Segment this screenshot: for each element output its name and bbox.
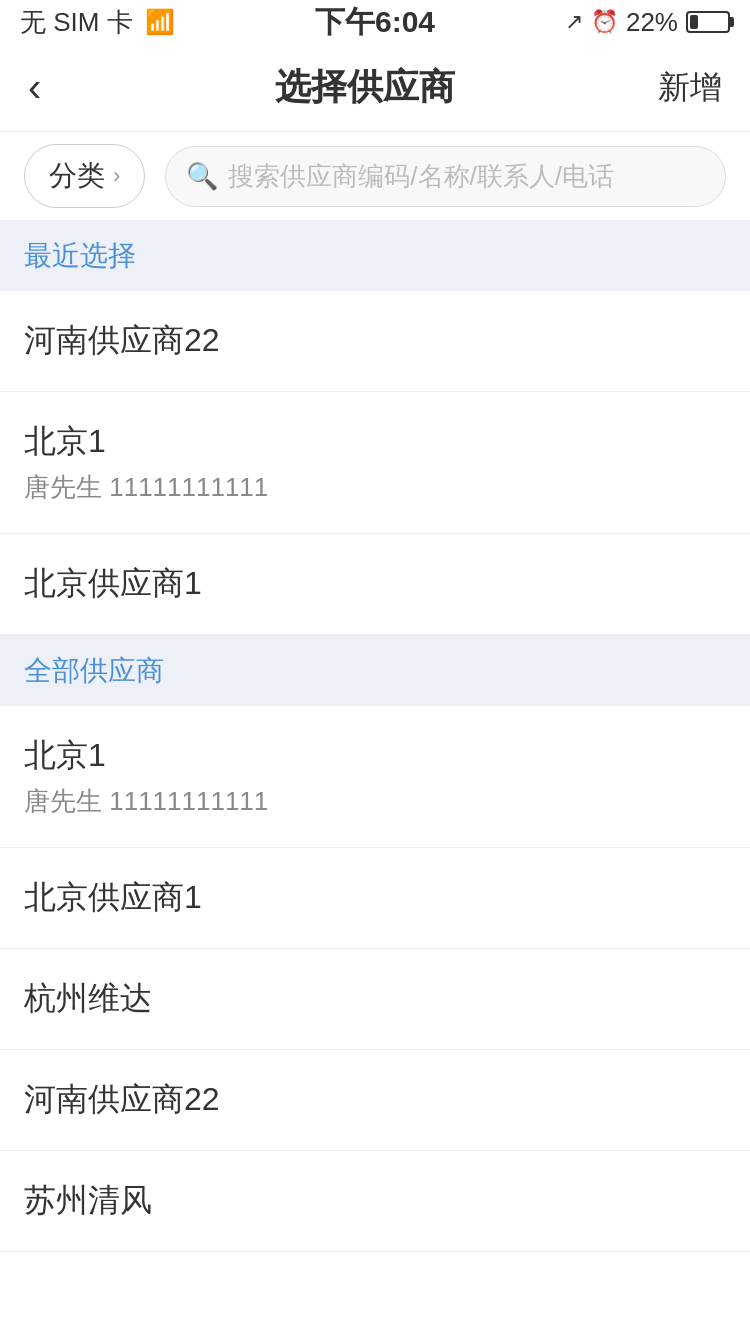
- list-item[interactable]: 河南供应商22: [0, 291, 750, 392]
- list-item[interactable]: 苏州清风: [0, 1151, 750, 1252]
- filter-bar: 分类 › 🔍 搜索供应商编码/名称/联系人/电话: [0, 132, 750, 220]
- section-header-text: 全部供应商: [24, 655, 164, 686]
- wifi-icon: 📶: [145, 8, 175, 36]
- status-left: 无 SIM 卡 📶: [20, 5, 175, 40]
- category-label: 分类: [49, 157, 105, 195]
- battery-label: 22%: [626, 7, 678, 38]
- supplier-name: 北京1: [24, 420, 726, 464]
- list-item[interactable]: 河南供应商22: [0, 1050, 750, 1151]
- battery-icon: [686, 11, 730, 33]
- section-header-all: 全部供应商: [0, 635, 750, 706]
- back-button[interactable]: ‹: [28, 65, 88, 110]
- supplier-name: 北京供应商1: [24, 876, 726, 920]
- search-box[interactable]: 🔍 搜索供应商编码/名称/联系人/电话: [165, 146, 726, 207]
- supplier-name: 苏州清风: [24, 1179, 726, 1223]
- list-item[interactable]: 北京供应商1: [0, 534, 750, 635]
- supplier-name: 杭州维达: [24, 977, 726, 1021]
- supplier-name: 河南供应商22: [24, 1078, 726, 1122]
- location-icon: ↗: [565, 9, 583, 35]
- list-item[interactable]: 北京1 唐先生 11111111111: [0, 706, 750, 848]
- category-button[interactable]: 分类 ›: [24, 144, 145, 208]
- section-header-text: 最近选择: [24, 240, 136, 271]
- supplier-name: 北京1: [24, 734, 726, 778]
- suppliers-list: 最近选择河南供应商22 北京1 唐先生 11111111111 北京供应商1 全部供应商…: [0, 220, 750, 1252]
- list-item[interactable]: 北京供应商1: [0, 848, 750, 949]
- supplier-sub: 唐先生 11111111111: [24, 470, 726, 505]
- supplier-sub: 唐先生 11111111111: [24, 784, 726, 819]
- supplier-name: 北京供应商1: [24, 562, 726, 606]
- supplier-name: 河南供应商22: [24, 319, 726, 363]
- status-time: 下午6:04: [315, 2, 435, 43]
- search-icon: 🔍: [186, 161, 218, 192]
- nav-bar: ‹ 选择供应商 新增: [0, 44, 750, 132]
- search-placeholder: 搜索供应商编码/名称/联系人/电话: [228, 159, 614, 194]
- add-button[interactable]: 新增: [642, 66, 722, 110]
- list-item[interactable]: 北京1 唐先生 11111111111: [0, 392, 750, 534]
- chevron-right-icon: ›: [113, 163, 120, 189]
- section-header-recent: 最近选择: [0, 220, 750, 291]
- status-bar: 无 SIM 卡 📶 下午6:04 ↗ ⏰ 22%: [0, 0, 750, 44]
- status-right: ↗ ⏰ 22%: [565, 7, 730, 38]
- alarm-icon: ⏰: [591, 9, 618, 35]
- page-title: 选择供应商: [275, 63, 455, 112]
- list-item[interactable]: 杭州维达: [0, 949, 750, 1050]
- sim-label: 无 SIM 卡: [20, 5, 133, 40]
